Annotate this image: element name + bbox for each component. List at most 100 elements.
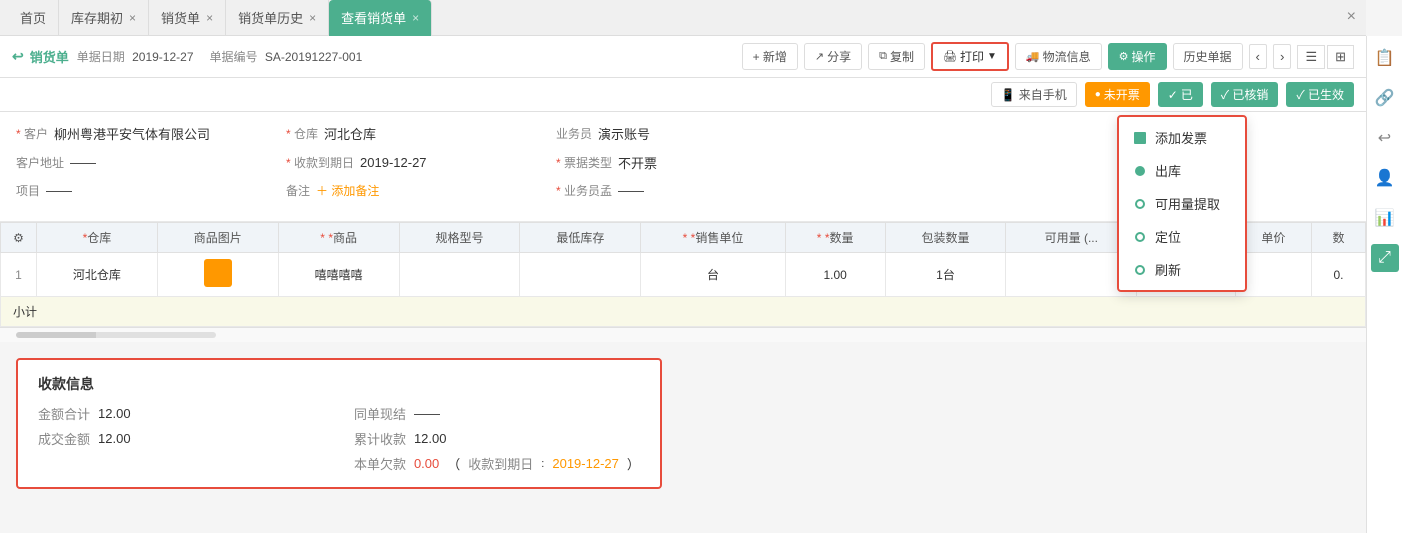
from-phone-button[interactable]: 📱 来自手机 — [991, 82, 1077, 107]
row-min-stock — [520, 253, 641, 297]
new-button[interactable]: + 新增 — [742, 43, 798, 70]
add-invoice-icon — [1133, 131, 1147, 145]
date-value: 2019-12-27 — [132, 50, 193, 64]
circle-icon — [1135, 166, 1145, 176]
customer-field: 客户 柳州粤港平安气体有限公司 — [16, 124, 266, 143]
available-qty-label: 可用量提取 — [1155, 194, 1220, 213]
project-value: —— — [46, 183, 72, 198]
tab-sales-close[interactable]: × — [206, 11, 213, 25]
not-open-label: 未开票 — [1104, 86, 1140, 103]
row-warehouse: 河北仓库 — [37, 253, 158, 297]
owed-hint-end: ） — [627, 454, 640, 473]
already-effective-label: 已生效 — [1308, 88, 1344, 102]
dropdown-available-qty[interactable]: 可用量提取 — [1119, 187, 1245, 220]
cumulative-value: 12.00 — [414, 431, 447, 446]
operate-button[interactable]: ⚙ 操作 — [1108, 43, 1167, 70]
owed-label: 本单欠款 — [354, 454, 406, 473]
dropdown-ship-out[interactable]: 出库 — [1119, 154, 1245, 187]
refresh-label: 刷新 — [1155, 260, 1181, 279]
due-date-value: 2019-12-27 — [360, 155, 427, 170]
dropdown-refresh[interactable]: 刷新 — [1119, 253, 1245, 286]
address-field: 客户地址 —— — [16, 154, 266, 171]
owed-due-label: 收款到期日 — [468, 454, 533, 473]
from-phone-label: 来自手机 — [1019, 86, 1067, 103]
print-button[interactable]: 🖨 打印 ▼ — [931, 42, 1009, 71]
deal-label: 成交金额 — [38, 429, 90, 448]
staff-label: 业务员 — [556, 125, 592, 142]
tab-bar: 首页 库存期初 × 销货单 × 销货单历史 × 查看销货单 × × — [0, 0, 1366, 36]
add-note-button[interactable]: ＋ 添加备注 — [316, 182, 379, 199]
col-product: * *商品 — [278, 223, 399, 253]
history-label: 历史单据 — [1184, 48, 1232, 65]
confirm-icon: ✓ — [1168, 88, 1178, 102]
doc-type-label: ↩ 销货单 — [12, 47, 69, 66]
logistics-button[interactable]: 🚚 物流信息 — [1015, 43, 1102, 70]
ticket-value: 不开票 — [618, 153, 657, 172]
address-value: —— — [70, 155, 96, 170]
toolbar-actions: + 新增 ↗ 分享 ⧉ 复制 🖨 打印 ▼ 🚚 物流信息 ⚙ 操作 — [742, 42, 1354, 71]
dropdown-locate[interactable]: 定位 — [1119, 220, 1245, 253]
tab-view-sales-close[interactable]: × — [412, 11, 419, 25]
print-label: 打印 — [960, 48, 984, 65]
confirm-button[interactable]: ✓ 已 — [1158, 82, 1203, 107]
sidebar-icon-link[interactable]: 🔗 — [1371, 84, 1399, 112]
view-toggle: ☰ ⊞ — [1297, 45, 1354, 69]
window-close-button[interactable]: × — [1347, 8, 1356, 26]
row-number: 1 — [1, 253, 37, 297]
col-warehouse: *仓库 — [37, 223, 158, 253]
history-button[interactable]: 历史单据 — [1173, 43, 1243, 70]
col-other: 数 — [1311, 223, 1365, 253]
not-open-button[interactable]: ● 未开票 — [1085, 82, 1150, 107]
owed-value: 0.00 — [414, 456, 439, 471]
tab-history-close[interactable]: × — [309, 11, 316, 25]
number-value: SA-20191227-001 — [265, 50, 362, 64]
row-other: 0. — [1311, 253, 1365, 297]
owed-hint: （ — [447, 454, 460, 473]
tab-inventory[interactable]: 库存期初 × — [59, 0, 149, 36]
tab-inventory-close[interactable]: × — [129, 11, 136, 25]
due-date-label: 收款到期日 — [286, 154, 354, 171]
amount-value: 12.00 — [98, 406, 131, 421]
right-sidebar: 📋 🔗 ↩ 👤 📊 ⤢ — [1366, 36, 1402, 533]
owed-item: 本单欠款 0.00 （ 收款到期日 : 2019-12-27 ） — [354, 454, 640, 473]
sales-staff-field: 业务员孟 —— — [556, 182, 806, 199]
col-settings[interactable]: ⚙ — [1, 223, 37, 253]
col-pack-qty: 包装数量 — [885, 223, 1006, 253]
tab-history[interactable]: 销货单历史 × — [226, 0, 329, 36]
nav-next-button[interactable]: › — [1273, 44, 1291, 69]
same-order-label: 同单现结 — [354, 404, 406, 423]
sidebar-icon-chart[interactable]: 📊 — [1371, 204, 1399, 232]
operate-label: 操作 — [1132, 48, 1156, 65]
already-effective-button[interactable]: ✓ 已生效 — [1286, 82, 1354, 107]
subtotal-row: 小计 — [1, 297, 1366, 327]
nav-prev-button[interactable]: ‹ — [1249, 44, 1267, 69]
view-grid-button[interactable]: ⊞ — [1327, 45, 1354, 69]
copy-label: 复制 — [890, 48, 914, 65]
sidebar-icon-user[interactable]: 👤 — [1371, 164, 1399, 192]
dropdown-add-invoice[interactable]: 添加发票 — [1119, 121, 1245, 154]
circle-outline-icon2 — [1135, 232, 1145, 242]
secondary-toolbar: 📱 来自手机 ● 未开票 ✓ 已 ✓ 已核销 ✓ 已生效 — [0, 78, 1366, 112]
view-list-button[interactable]: ☰ — [1297, 45, 1325, 69]
staff-value: 演示账号 — [598, 124, 650, 143]
print-dropdown-icon: ▼ — [987, 51, 997, 62]
number-label: 单据编号 SA-20191227-001 — [210, 48, 363, 65]
scroll-indicator[interactable] — [16, 332, 216, 338]
already-sold-button[interactable]: ✓ 已核销 — [1211, 82, 1279, 107]
tab-view-sales[interactable]: 查看销货单 × — [329, 0, 432, 36]
sidebar-icon-back[interactable]: ↩ — [1371, 124, 1399, 152]
check-icon: ✓ — [1221, 88, 1229, 102]
deal-item: 成交金额 12.00 — [38, 429, 324, 448]
copy-button[interactable]: ⧉ 复制 — [868, 43, 925, 70]
tab-home[interactable]: 首页 — [8, 0, 59, 36]
row-quantity: 1.00 — [785, 253, 885, 297]
sidebar-icon-expand[interactable]: ⤢ — [1371, 244, 1399, 272]
row-pack-qty: 1台 — [885, 253, 1006, 297]
tab-sales-label: 销货单 — [161, 8, 200, 27]
tab-view-sales-label: 查看销货单 — [341, 8, 406, 27]
tab-sales[interactable]: 销货单 × — [149, 0, 226, 36]
ticket-field: 票据类型 不开票 — [556, 153, 806, 172]
date-label: 单据日期 2019-12-27 — [77, 48, 194, 65]
sidebar-icon-doc[interactable]: 📋 — [1371, 44, 1399, 72]
share-button[interactable]: ↗ 分享 — [804, 43, 862, 70]
